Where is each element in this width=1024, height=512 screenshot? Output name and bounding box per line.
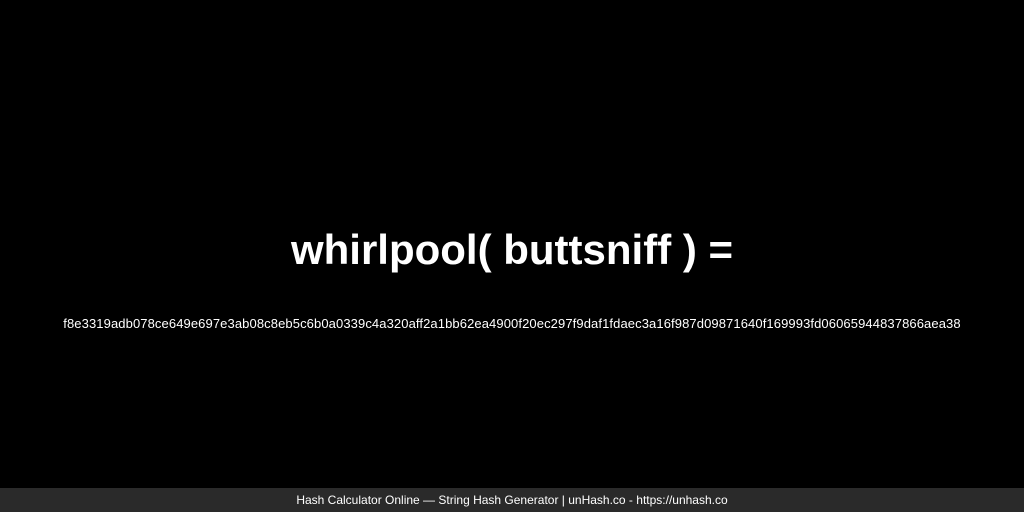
main-content: whirlpool( buttsniff ) = f8e3319adb078ce… [0, 0, 1024, 512]
footer-bar: Hash Calculator Online — String Hash Gen… [0, 488, 1024, 512]
footer-text: Hash Calculator Online — String Hash Gen… [296, 493, 727, 507]
hash-output-value: f8e3319adb078ce649e697e3ab08c8eb5c6b0a03… [63, 316, 960, 331]
hash-expression-heading: whirlpool( buttsniff ) = [291, 226, 733, 274]
